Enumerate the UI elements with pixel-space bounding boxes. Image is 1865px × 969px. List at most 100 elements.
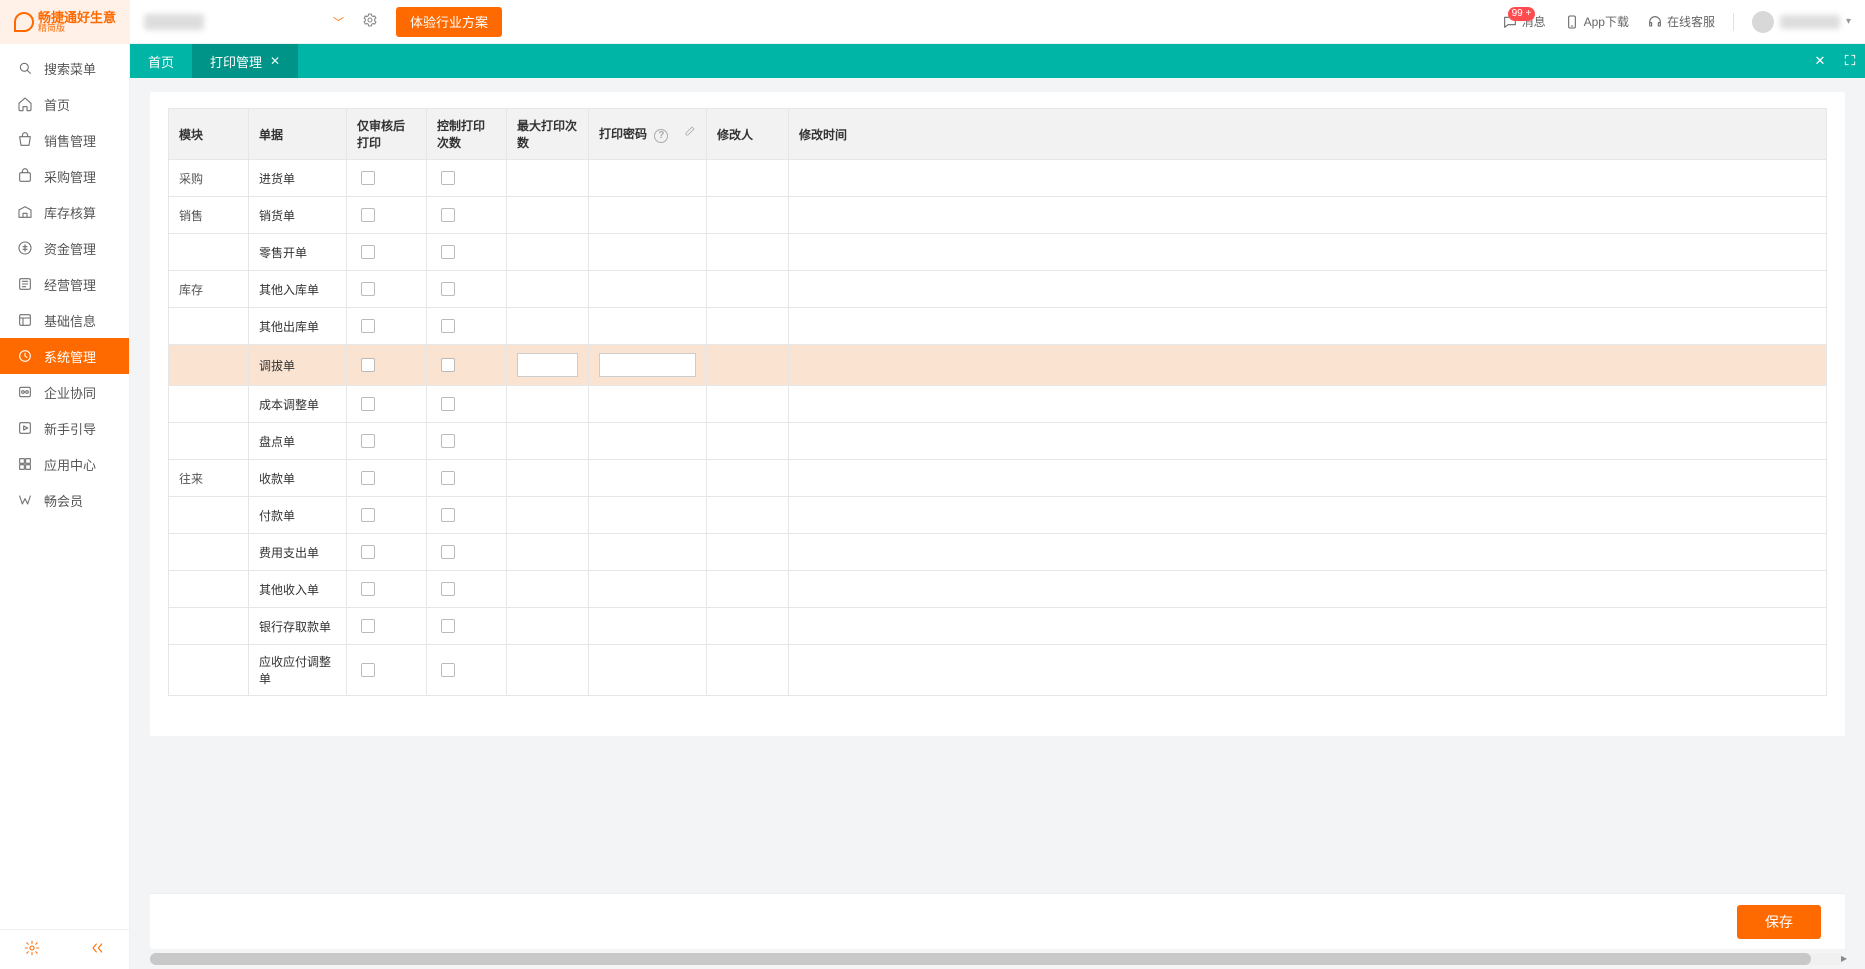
horizontal-scrollbar[interactable]: ▸ xyxy=(150,953,1845,965)
max-count-input[interactable] xyxy=(517,353,578,377)
audit-only-checkbox[interactable] xyxy=(361,397,375,411)
limit-count-checkbox[interactable] xyxy=(441,545,455,559)
sidebar-item-appcenter[interactable]: 应用中心 xyxy=(0,446,129,482)
audit-only-checkbox[interactable] xyxy=(361,582,375,596)
audit-only-checkbox[interactable] xyxy=(361,619,375,633)
sidebar-item-base[interactable]: 基础信息 xyxy=(0,302,129,338)
limit-count-checkbox[interactable] xyxy=(441,282,455,296)
audit-only-checkbox[interactable] xyxy=(361,358,375,372)
sidebar-item-sales[interactable]: 销售管理 xyxy=(0,122,129,158)
online-service-button[interactable]: 在线客服 xyxy=(1647,13,1715,30)
cell-modifier xyxy=(707,197,789,234)
sidebar-item-label: 企业协同 xyxy=(44,383,96,402)
tab-home[interactable]: 首页 xyxy=(130,44,192,78)
sidebar-item-guide[interactable]: 新手引导 xyxy=(0,410,129,446)
save-button[interactable]: 保存 xyxy=(1737,905,1821,939)
limit-count-checkbox[interactable] xyxy=(441,245,455,259)
cell-modify-time xyxy=(789,534,1827,571)
limit-count-checkbox[interactable] xyxy=(441,397,455,411)
app-download-button[interactable]: App下载 xyxy=(1564,13,1629,30)
audit-only-checkbox[interactable] xyxy=(361,545,375,559)
limit-count-checkbox[interactable] xyxy=(441,619,455,633)
sidebar-item-home[interactable]: 首页 xyxy=(0,86,129,122)
stock-icon xyxy=(16,203,34,221)
table-row: 费用支出单 xyxy=(169,534,1827,571)
system-icon xyxy=(16,347,34,365)
cell-password xyxy=(589,234,707,271)
cell-modify-time xyxy=(789,197,1827,234)
sidebar-item-biz[interactable]: 经营管理 xyxy=(0,266,129,302)
sidebar-item-member[interactable]: 畅会员 xyxy=(0,482,129,518)
col-max: 最大打印次数 xyxy=(507,109,589,160)
limit-count-checkbox[interactable] xyxy=(441,471,455,485)
limit-count-checkbox[interactable] xyxy=(441,434,455,448)
tab-print-management[interactable]: 打印管理 ✕ xyxy=(192,44,298,78)
cell-module: 销售 xyxy=(169,197,249,234)
cell-audit-only xyxy=(347,386,427,423)
messages-badge: 99 + xyxy=(1508,7,1536,21)
cell-password xyxy=(589,271,707,308)
close-icon: ✕ xyxy=(1815,53,1826,69)
audit-only-checkbox[interactable] xyxy=(361,208,375,222)
industry-plan-button[interactable]: 体验行业方案 xyxy=(396,7,502,37)
audit-only-checkbox[interactable] xyxy=(361,434,375,448)
audit-only-checkbox[interactable] xyxy=(361,508,375,522)
table-row: 其他收入单 xyxy=(169,571,1827,608)
audit-only-checkbox[interactable] xyxy=(361,245,375,259)
sidebar-item-purchase[interactable]: 采购管理 xyxy=(0,158,129,194)
sidebar-settings-button[interactable] xyxy=(24,940,40,959)
sidebar-item-label: 采购管理 xyxy=(44,167,96,186)
audit-only-checkbox[interactable] xyxy=(361,663,375,677)
sidebar-collapse-button[interactable] xyxy=(89,940,105,959)
tabs-close-all-button[interactable]: ✕ xyxy=(1805,44,1835,78)
sidebar-item-stock[interactable]: 库存核算 xyxy=(0,194,129,230)
cell-modifier xyxy=(707,534,789,571)
scroll-right-icon[interactable]: ▸ xyxy=(1841,951,1847,965)
cell-modify-time xyxy=(789,608,1827,645)
guide-icon xyxy=(16,419,34,437)
cell-modifier xyxy=(707,345,789,386)
limit-count-checkbox[interactable] xyxy=(441,508,455,522)
cell-module xyxy=(169,608,249,645)
audit-only-checkbox[interactable] xyxy=(361,171,375,185)
biz-icon xyxy=(16,275,34,293)
messages-button[interactable]: 99 + 消息 xyxy=(1502,13,1546,30)
cell-limit-count xyxy=(427,234,507,271)
limit-count-checkbox[interactable] xyxy=(441,319,455,333)
limit-count-checkbox[interactable] xyxy=(441,208,455,222)
limit-count-checkbox[interactable] xyxy=(441,663,455,677)
sidebar-item-fund[interactable]: 资金管理 xyxy=(0,230,129,266)
user-menu[interactable]: ▾ xyxy=(1752,11,1851,33)
cell-modifier xyxy=(707,308,789,345)
cell-limit-count xyxy=(427,160,507,197)
logo-sub-text: 精简版 xyxy=(38,24,116,33)
close-icon[interactable]: ✕ xyxy=(270,54,280,68)
sidebar-item-search[interactable]: 搜索菜单 xyxy=(0,50,129,86)
audit-only-checkbox[interactable] xyxy=(361,319,375,333)
audit-only-checkbox[interactable] xyxy=(361,282,375,296)
edit-icon[interactable] xyxy=(684,125,696,140)
limit-count-checkbox[interactable] xyxy=(441,358,455,372)
audit-only-checkbox[interactable] xyxy=(361,471,375,485)
limit-count-checkbox[interactable] xyxy=(441,171,455,185)
scrollbar-thumb[interactable] xyxy=(150,953,1811,965)
cell-max-count xyxy=(507,423,589,460)
cell-password xyxy=(589,608,707,645)
cell-modify-time xyxy=(789,571,1827,608)
fullscreen-button[interactable] xyxy=(1835,44,1865,78)
sidebar-item-label: 畅会员 xyxy=(44,491,83,510)
cell-modify-time xyxy=(789,460,1827,497)
sidebar-item-coop[interactable]: 企业协同 xyxy=(0,374,129,410)
sidebar-item-label: 系统管理 xyxy=(44,347,96,366)
cell-doc: 其他收入单 xyxy=(249,571,347,608)
org-selector[interactable]: ﹀ xyxy=(144,6,344,38)
sidebar-item-system[interactable]: 系统管理 xyxy=(0,338,129,374)
cell-modify-time xyxy=(789,271,1827,308)
settings-button[interactable] xyxy=(358,10,382,34)
password-input[interactable] xyxy=(599,353,696,377)
sidebar-item-label: 基础信息 xyxy=(44,311,96,330)
help-icon[interactable]: ? xyxy=(654,129,668,143)
limit-count-checkbox[interactable] xyxy=(441,582,455,596)
table-row: 库存其他入库单 xyxy=(169,271,1827,308)
logo[interactable]: 畅捷通好生意 精简版 xyxy=(0,0,130,44)
